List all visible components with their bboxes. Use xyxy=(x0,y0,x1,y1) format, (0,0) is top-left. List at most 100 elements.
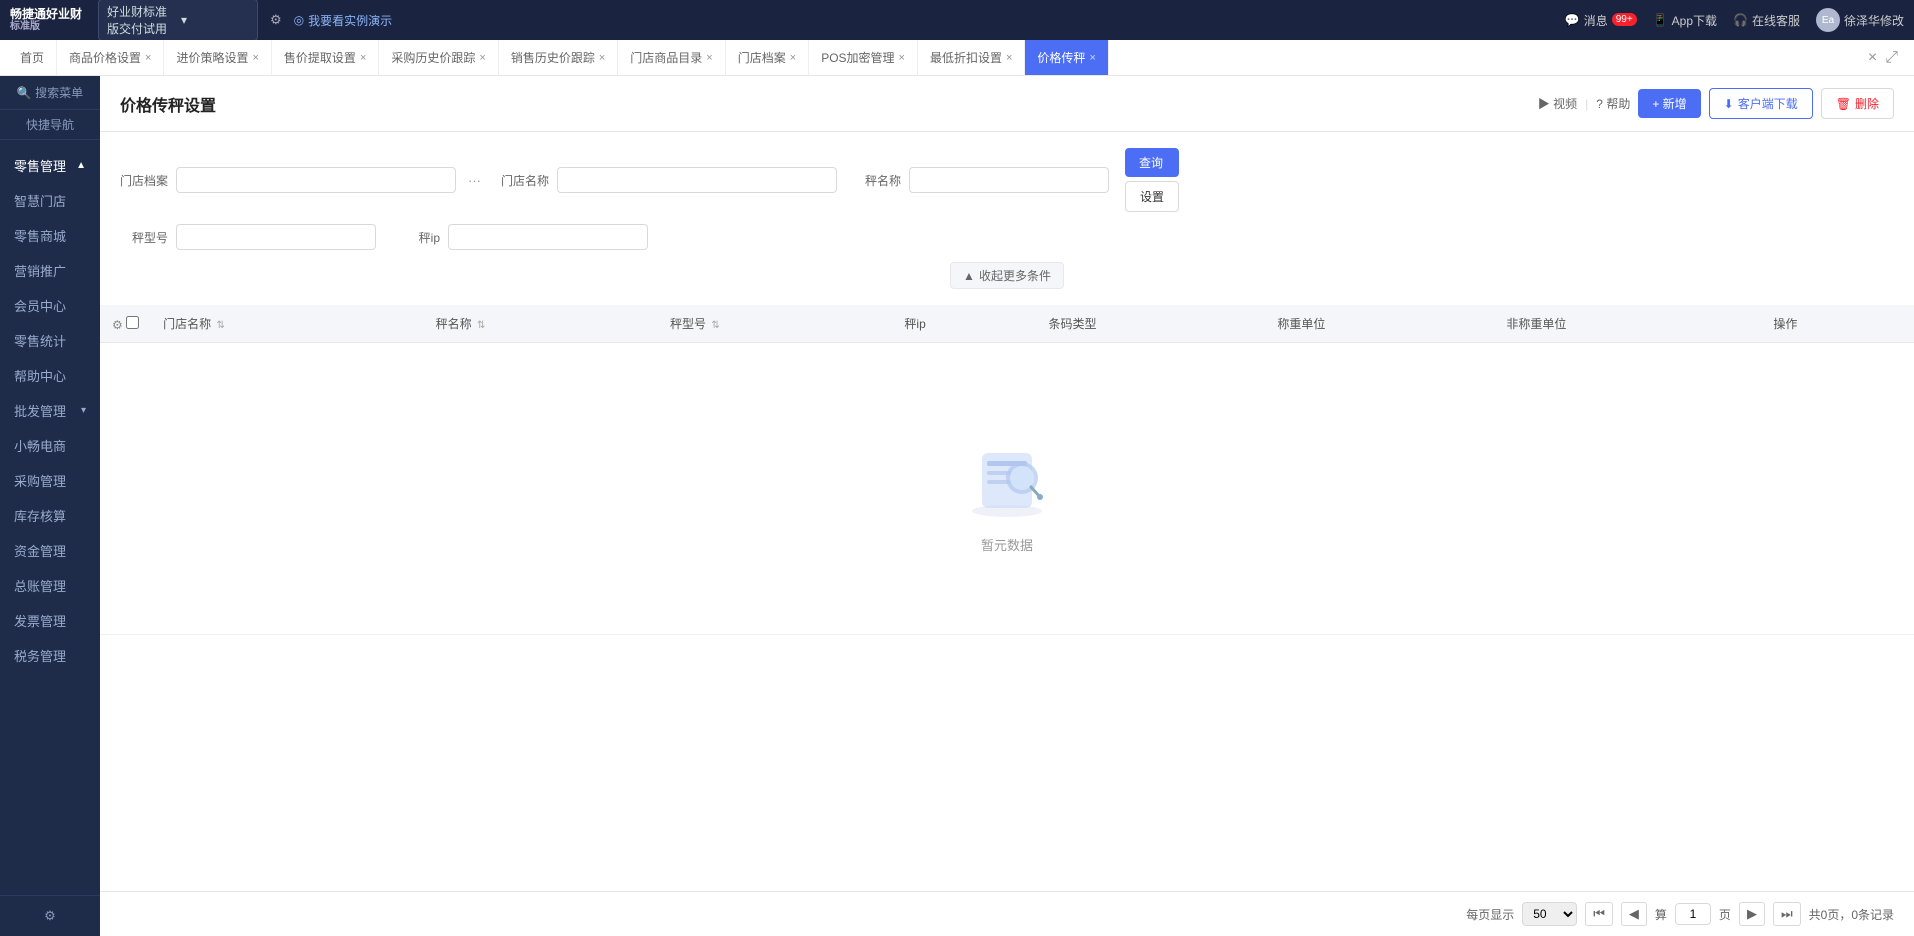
query-button[interactable]: 查询 xyxy=(1125,148,1179,177)
tab-bar: 首页 商品价格设置 × 进价策略设置 × 售价提取设置 × 采购历史价跟踪 × … xyxy=(0,40,1914,76)
chevron-up-icon: ▲ xyxy=(963,269,975,283)
tab-close-store-catalog[interactable]: × xyxy=(706,52,712,64)
tab-min-discount[interactable]: 最低折扣设置 × xyxy=(918,40,1025,76)
table-header-store-name: 门店名称 ⇅ xyxy=(151,305,424,343)
tab-close-pos-management[interactable]: × xyxy=(899,52,905,64)
first-page-button[interactable]: ⏮ xyxy=(1585,902,1613,926)
sidebar-item-inventory[interactable]: 库存核算 xyxy=(4,498,96,533)
add-button[interactable]: + 新增 xyxy=(1638,89,1700,118)
tab-store-profile[interactable]: 门店档案 × xyxy=(726,40,809,76)
sidebar-gear-button[interactable]: ⚙ xyxy=(0,895,100,936)
tab-price-scale[interactable]: 价格传秤 × xyxy=(1025,40,1108,76)
filter-scale-name: 秤名称 xyxy=(853,167,1109,193)
store-name-input[interactable] xyxy=(557,167,837,193)
sidebar-item-xiaochang-ecom[interactable]: 小畅电商 xyxy=(4,428,96,463)
scale-ip-input[interactable] xyxy=(448,224,648,250)
tab-home[interactable]: 首页 xyxy=(8,40,57,76)
tab-purchase-strategy[interactable]: 进价策略设置 × xyxy=(164,40,271,76)
close-all-tabs-icon[interactable]: × xyxy=(1868,49,1877,67)
tab-close-min-discount[interactable]: × xyxy=(1006,52,1012,64)
settings-button[interactable]: 设置 xyxy=(1125,181,1179,212)
help-link[interactable]: ? 帮助 xyxy=(1596,95,1630,112)
sidebar: 🔍 搜索菜单 快捷导航 零售管理 ▲ 智慧门店 零售商城 营销推广 会员中心 xyxy=(0,76,100,936)
next-page-button[interactable]: ▶ xyxy=(1739,902,1765,926)
sidebar-item-tax-mgmt[interactable]: 税务管理 xyxy=(4,638,96,673)
sidebar-item-retail-mall[interactable]: 零售商城 xyxy=(4,218,96,253)
page-size-select[interactable]: 50 10 20 100 xyxy=(1522,902,1577,926)
empty-illustration xyxy=(957,423,1057,523)
collapse-filter-button[interactable]: ▲ 收起更多条件 xyxy=(950,262,1064,289)
tab-sale-history[interactable]: 销售历史价跟踪 × xyxy=(499,40,618,76)
sidebar-item-finance[interactable]: 资金管理 xyxy=(4,533,96,568)
topbar-settings-icon[interactable]: ⚙ xyxy=(266,8,286,32)
tab-close-price-scale[interactable]: × xyxy=(1089,52,1095,64)
app-logo: 畅捷通好业财 标准版 xyxy=(10,7,90,33)
filter-area: 门店档案 ··· 门店名称 秤名称 查询 设置 xyxy=(100,132,1914,305)
tab-close-sale-history[interactable]: × xyxy=(599,52,605,64)
sidebar-quick-nav[interactable]: 快捷导航 xyxy=(0,110,100,140)
filter-store-profile: 门店档案 ··· xyxy=(120,167,485,193)
sort-store-name-icon[interactable]: ⇅ xyxy=(216,320,224,331)
page-size-label: 每页显示 xyxy=(1466,906,1514,923)
sidebar-item-help-center[interactable]: 帮助中心 xyxy=(4,358,96,393)
sidebar-item-retail-stats[interactable]: 零售统计 xyxy=(4,323,96,358)
data-table: ⚙ 门店名称 ⇅ 秤名称 ⇅ 秤型号 ⇅ xyxy=(100,305,1914,635)
sidebar-item-general-ledger[interactable]: 总账管理 xyxy=(4,568,96,603)
messages-button[interactable]: 💬 消息 99+ xyxy=(1565,12,1637,29)
table-header-checkbox: ⚙ xyxy=(100,305,151,343)
tab-price-settings[interactable]: 商品价格设置 × xyxy=(57,40,164,76)
sidebar-item-smart-store[interactable]: 智慧门店 xyxy=(4,183,96,218)
page-of-label: 页 xyxy=(1719,906,1731,923)
expand-tab-icon[interactable]: ⤢ xyxy=(1885,49,1898,67)
tab-sale-price[interactable]: 售价提取设置 × xyxy=(272,40,379,76)
tab-close-sale-price[interactable]: × xyxy=(360,52,366,64)
table-settings-icon[interactable]: ⚙ xyxy=(112,318,123,332)
sidebar-menu: 零售管理 ▲ 智慧门店 零售商城 营销推广 会员中心 零售统计 帮助中心 批 xyxy=(0,140,100,681)
tab-bar-controls: × ⤢ xyxy=(1860,49,1906,67)
table-header-scale-ip: 秤ip xyxy=(892,305,1036,343)
version-selector[interactable]: 好业财标准版交付试用 ▾ xyxy=(98,0,258,41)
pagination: 每页显示 50 10 20 100 ⏮ ◀ 算 页 ▶ ⏭ 共0页，0条记录 xyxy=(100,891,1914,936)
tab-purchase-history[interactable]: 采购历史价跟踪 × xyxy=(379,40,498,76)
sort-scale-name-icon[interactable]: ⇅ xyxy=(477,320,485,331)
store-profile-input[interactable] xyxy=(176,167,456,193)
sidebar-item-member-center[interactable]: 会员中心 xyxy=(4,288,96,323)
tab-pos-management[interactable]: POS加密管理 × xyxy=(809,40,918,76)
table-header-non-weight-unit: 非称重单位 xyxy=(1494,305,1761,343)
store-profile-label: 门店档案 xyxy=(120,172,168,189)
sidebar-item-marketing[interactable]: 营销推广 xyxy=(4,253,96,288)
sidebar-item-invoice-mgmt[interactable]: 发票管理 xyxy=(4,603,96,638)
table-header-scale-model: 秤型号 ⇅ xyxy=(658,305,892,343)
tab-close-purchase-history[interactable]: × xyxy=(479,52,485,64)
tab-store-catalog[interactable]: 门店商品目录 × xyxy=(618,40,725,76)
store-profile-dots[interactable]: ··· xyxy=(464,173,485,188)
table-header-barcode-type: 条码类型 xyxy=(1037,305,1266,343)
sidebar-item-purchase-mgmt[interactable]: 采购管理 xyxy=(4,463,96,498)
online-service-button[interactable]: 🎧 在线客服 xyxy=(1733,12,1800,29)
topbar-right: 💬 消息 99+ 📱 App下载 🎧 在线客服 Ea 徐泽华修改 xyxy=(1565,8,1904,32)
tab-close-store-profile[interactable]: × xyxy=(790,52,796,64)
demo-link[interactable]: ◎ 我要看实例演示 xyxy=(294,12,393,29)
sidebar-search[interactable]: 🔍 搜索菜单 xyxy=(0,76,100,110)
video-link[interactable]: ▶ 视频 xyxy=(1538,95,1577,112)
download-button[interactable]: ⬇ 客户端下载 xyxy=(1709,88,1813,119)
select-all-checkbox[interactable] xyxy=(126,316,139,329)
top-bar: 畅捷通好业财 标准版 好业财标准版交付试用 ▾ ⚙ ◎ 我要看实例演示 💬 消息… xyxy=(0,0,1914,40)
scale-model-label: 秤型号 xyxy=(120,229,168,246)
scale-name-input[interactable] xyxy=(909,167,1109,193)
total-info: 共0页，0条记录 xyxy=(1809,906,1894,923)
page-number-input[interactable] xyxy=(1675,903,1711,925)
tab-close-purchase-strategy[interactable]: × xyxy=(252,52,258,64)
sidebar-item-wholesale-mgmt[interactable]: 批发管理 ▾ xyxy=(4,393,96,428)
sort-scale-model-icon[interactable]: ⇅ xyxy=(711,320,719,331)
sidebar-item-retail-mgmt[interactable]: 零售管理 ▲ xyxy=(4,148,96,183)
tab-close-price-settings[interactable]: × xyxy=(145,52,151,64)
scale-model-input[interactable] xyxy=(176,224,376,250)
delete-button[interactable]: 🗑 删除 xyxy=(1821,88,1894,119)
prev-page-button[interactable]: ◀ xyxy=(1621,902,1647,926)
chevron-up-icon: ▲ xyxy=(76,160,86,171)
app-download-button[interactable]: 📱 App下载 xyxy=(1653,12,1717,29)
user-profile-button[interactable]: Ea 徐泽华修改 xyxy=(1816,8,1904,32)
last-page-button[interactable]: ⏭ xyxy=(1773,902,1801,926)
filter-store-name: 门店名称 xyxy=(501,167,837,193)
